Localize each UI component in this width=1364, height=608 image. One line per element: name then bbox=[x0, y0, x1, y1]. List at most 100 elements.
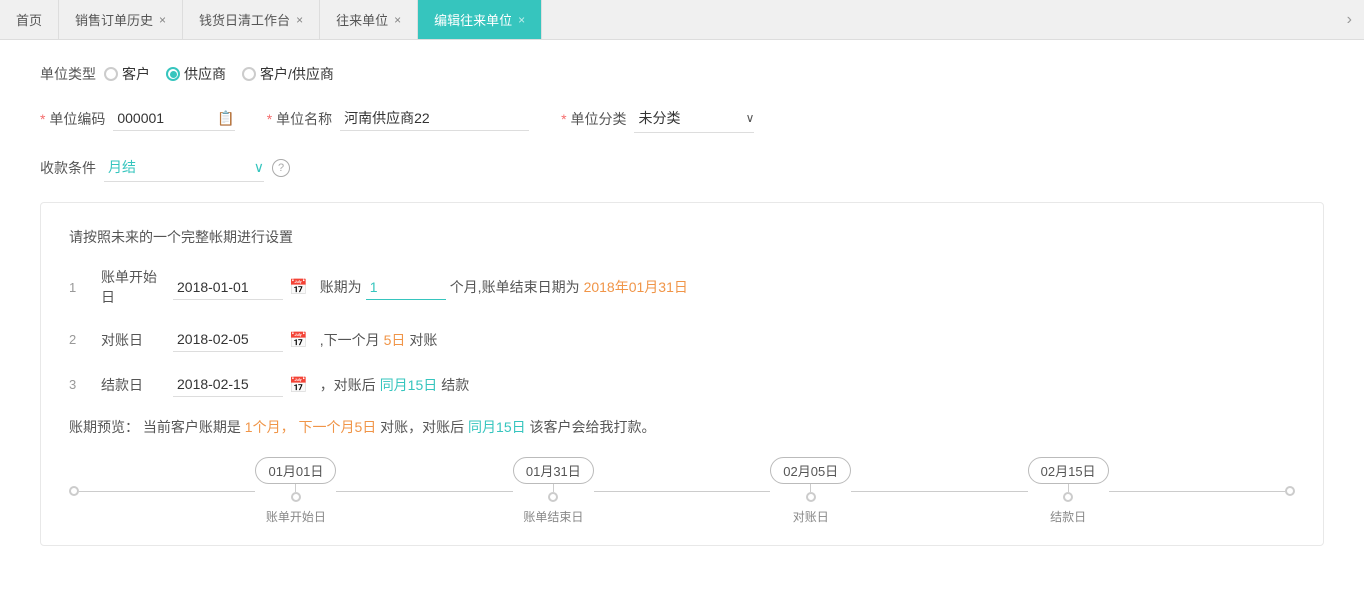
unit-name-field: 单位名称 bbox=[267, 106, 529, 131]
setting-row-3: 3 结款日 📅 ，对账后 同月15日 结款 bbox=[69, 372, 1295, 397]
unit-type-field: 单位类型 客户 供应商 客户/供应商 bbox=[40, 64, 334, 84]
timeline-line-4 bbox=[851, 491, 1027, 492]
row-1-date-input[interactable] bbox=[173, 275, 283, 300]
timeline-node-2: 01月31日 账单结束日 bbox=[513, 457, 594, 525]
unit-code-input[interactable] bbox=[113, 106, 213, 130]
radio-both-label: 客户/供应商 bbox=[260, 64, 334, 84]
radio-customer-label: 客户 bbox=[122, 64, 150, 84]
tab-edit-partner-close[interactable]: × bbox=[518, 13, 525, 27]
timeline-node-4-stem bbox=[1068, 484, 1069, 492]
preview-text-1: 当前客户账期是 bbox=[143, 419, 245, 435]
timeline-dot-2 bbox=[548, 492, 558, 502]
tab-home-label: 首页 bbox=[16, 10, 42, 29]
preview-end: 该客户会给我打款。 bbox=[530, 419, 656, 435]
tab-sales-history-close[interactable]: × bbox=[159, 13, 166, 27]
radio-both[interactable]: 客户/供应商 bbox=[242, 64, 334, 84]
tab-bar: 首页 销售订单历史 × 钱货日清工作台 × 往来单位 × 编辑往来单位 × › bbox=[0, 0, 1364, 40]
timeline-node-2-stem bbox=[553, 484, 554, 492]
unit-category-field: 单位分类 未分类 ∨ bbox=[561, 104, 754, 133]
unit-category-arrow-icon: ∨ bbox=[746, 111, 755, 125]
timeline-dot-3 bbox=[806, 492, 816, 502]
timeline-end-dot bbox=[1285, 486, 1295, 496]
preview-next: 下一个月5日 bbox=[298, 419, 376, 435]
radio-customer[interactable]: 客户 bbox=[104, 64, 150, 84]
timeline-label-2: 账单结束日 bbox=[523, 508, 583, 525]
payment-terms-value: 月结 bbox=[104, 153, 250, 181]
row-1-end-date: 2018年01月31日 bbox=[584, 277, 688, 297]
tab-partner[interactable]: 往来单位 × bbox=[320, 0, 418, 39]
preview-text: 账期预览： 当前客户账期是 1个月， 下一个月5日 对账，对账后 同月15日 该… bbox=[69, 417, 1295, 437]
unit-type-label: 单位类型 bbox=[40, 64, 96, 84]
unit-code-label: 单位编码 bbox=[40, 109, 105, 129]
timeline-line-3 bbox=[594, 491, 770, 492]
timeline-node-3-stem bbox=[810, 484, 811, 492]
unit-category-select[interactable]: 未分类 ∨ bbox=[634, 104, 754, 133]
settings-card: 请按照未来的一个完整帐期进行设置 1 账单开始日 📅 账期为 个月,账单结束日期… bbox=[40, 202, 1324, 546]
unit-info-row: 单位编码 📋 单位名称 单位分类 未分类 ∨ bbox=[40, 104, 1324, 133]
row-3-date-wrap: 📅 bbox=[173, 372, 308, 397]
timeline-container: 01月01日 账单开始日 01月31日 账单结束日 02月05日 对账日 bbox=[69, 457, 1295, 525]
timeline-node-4: 02月15日 结款日 bbox=[1028, 457, 1109, 525]
row-2-calendar-icon[interactable]: 📅 bbox=[289, 331, 308, 349]
row-3-calendar-icon[interactable]: 📅 bbox=[289, 376, 308, 394]
row-2-date-wrap: 📅 bbox=[173, 327, 308, 352]
row-1-desc-prefix: 账期为 bbox=[320, 277, 362, 297]
timeline-line-1 bbox=[79, 491, 255, 492]
preview-same: 同月15日 bbox=[468, 419, 526, 435]
row-1-month-input[interactable] bbox=[366, 275, 446, 300]
row-3-desc-suffix: 结款 bbox=[441, 375, 469, 395]
main-content: 单位类型 客户 供应商 客户/供应商 单位编码 bbox=[0, 40, 1364, 608]
timeline-label-3: 对账日 bbox=[793, 508, 829, 525]
payment-terms-help-icon[interactable]: ? bbox=[272, 159, 290, 177]
row-2-date-input[interactable] bbox=[173, 327, 283, 352]
tab-home[interactable]: 首页 bbox=[0, 0, 59, 39]
timeline-dot-1 bbox=[291, 492, 301, 502]
unit-name-label: 单位名称 bbox=[267, 109, 332, 129]
tab-edit-partner[interactable]: 编辑往来单位 × bbox=[418, 0, 542, 39]
row-1-calendar-icon[interactable]: 📅 bbox=[289, 278, 308, 296]
preview-label: 账期预览： bbox=[69, 419, 139, 435]
setting-row-2: 2 对账日 📅 ,下一个月5日 对账 bbox=[69, 327, 1295, 352]
payment-terms-select[interactable]: 月结 ∨ bbox=[104, 153, 264, 182]
payment-terms-label: 收款条件 bbox=[40, 158, 96, 178]
timeline-node-1: 01月01日 账单开始日 bbox=[255, 457, 336, 525]
timeline-line-5 bbox=[1109, 491, 1285, 492]
row-2-desc-suffix: 对账 bbox=[409, 330, 437, 350]
row-2-desc-prefix: ,下一个月 bbox=[320, 330, 380, 350]
tab-cash-work-close[interactable]: × bbox=[296, 13, 303, 27]
unit-category-label: 单位分类 bbox=[561, 109, 626, 129]
timeline-badge-4: 02月15日 bbox=[1028, 457, 1109, 484]
unit-name-input[interactable] bbox=[340, 106, 529, 131]
row-3-desc-prefix: ，对账后 bbox=[320, 375, 376, 395]
row-3-label: 结款日 bbox=[101, 375, 161, 395]
row-3-date-input[interactable] bbox=[173, 372, 283, 397]
timeline-badge-1: 01月01日 bbox=[255, 457, 336, 484]
row-2-desc: ,下一个月5日 对账 bbox=[320, 330, 438, 350]
row-3-desc: ，对账后 同月15日 结款 bbox=[320, 375, 470, 395]
preview-1m: 1个月， bbox=[245, 419, 295, 435]
radio-customer-circle bbox=[104, 67, 118, 81]
row-1-label: 账单开始日 bbox=[101, 267, 161, 307]
card-title: 请按照未来的一个完整帐期进行设置 bbox=[69, 227, 1295, 247]
timeline-line-2 bbox=[336, 491, 512, 492]
timeline-badge-2: 01月31日 bbox=[513, 457, 594, 484]
row-3-highlight: 同月15日 bbox=[380, 375, 438, 395]
preview-mid: 对账，对账后 bbox=[380, 419, 468, 435]
timeline-badge-3: 02月05日 bbox=[770, 457, 851, 484]
timeline-label-4: 结款日 bbox=[1050, 508, 1086, 525]
unit-code-input-wrap: 📋 bbox=[113, 106, 234, 131]
row-1-date-wrap: 📅 bbox=[173, 275, 308, 300]
tab-partner-close[interactable]: × bbox=[394, 13, 401, 27]
tab-sales-history[interactable]: 销售订单历史 × bbox=[59, 0, 183, 39]
row-2-label: 对账日 bbox=[101, 330, 161, 350]
payment-terms-field: 收款条件 月结 ∨ ? bbox=[40, 153, 290, 182]
timeline-dot-4 bbox=[1063, 492, 1073, 502]
tab-cash-work[interactable]: 钱货日清工作台 × bbox=[183, 0, 320, 39]
tab-cash-work-label: 钱货日清工作台 bbox=[199, 10, 290, 29]
unit-code-field: 单位编码 📋 bbox=[40, 106, 235, 131]
radio-supplier[interactable]: 供应商 bbox=[166, 64, 226, 84]
unit-code-copy-icon[interactable]: 📋 bbox=[217, 110, 234, 127]
row-1-desc-suffix: 个月,账单结束日期为 bbox=[450, 277, 580, 297]
unit-category-value: 未分类 bbox=[634, 104, 741, 132]
tab-scroll-arrow[interactable]: › bbox=[1335, 11, 1364, 29]
